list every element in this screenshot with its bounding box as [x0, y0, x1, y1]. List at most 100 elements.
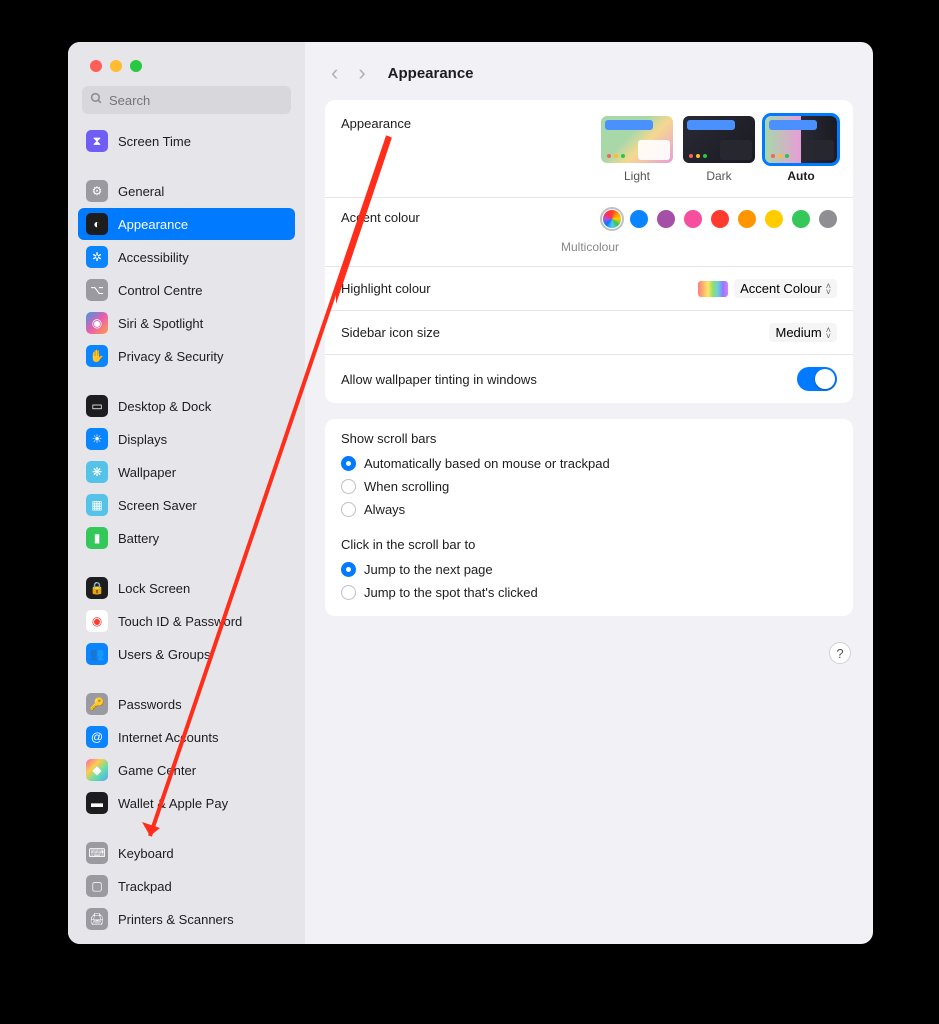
- tint-label: Allow wallpaper tinting in windows: [341, 372, 797, 387]
- sidebar-item-label: Internet Accounts: [118, 730, 218, 745]
- back-button[interactable]: ‹: [327, 60, 342, 86]
- siri-spotlight-icon: ◉: [86, 312, 108, 334]
- accent-swatch-4[interactable]: [711, 210, 729, 228]
- appearance-option-light[interactable]: Light: [601, 116, 673, 183]
- radio-label: Jump to the spot that's clicked: [364, 585, 538, 600]
- scroll-click-label: Click in the scroll bar to: [325, 521, 853, 558]
- appearance-option-auto[interactable]: Auto: [765, 116, 837, 183]
- keyboard-icon: ⌨: [86, 842, 108, 864]
- close-icon[interactable]: [90, 60, 102, 72]
- tint-toggle[interactable]: [797, 367, 837, 391]
- sidebar-item-wallet-apple-pay[interactable]: ▬ Wallet & Apple Pay: [78, 787, 295, 819]
- highlight-value: Accent Colour: [740, 281, 822, 296]
- game-center-icon: ◆: [86, 759, 108, 781]
- sidebar-item-label: Battery: [118, 531, 159, 546]
- sidebar-item-label: Displays: [118, 432, 167, 447]
- sidebar-item-label: Printers & Scanners: [118, 912, 234, 927]
- appearance-row: Appearance LightDarkAuto: [325, 100, 853, 198]
- displays-icon: ☀: [86, 428, 108, 450]
- accent-label: Accent colour: [341, 210, 603, 225]
- sidebar-item-control-centre[interactable]: ⌥Control Centre: [78, 274, 295, 306]
- sidebar-item-label: Touch ID & Password: [118, 614, 242, 629]
- sidebar-item-siri-spotlight[interactable]: ◉ Siri & Spotlight: [78, 307, 295, 339]
- sidebar-item-accessibility[interactable]: ✲Accessibility: [78, 241, 295, 273]
- sidebar-size-select[interactable]: Medium ˄˅: [769, 323, 837, 342]
- sidebar-item-game-center[interactable]: ◆ Game Center: [78, 754, 295, 786]
- highlight-select[interactable]: Accent Colour ˄˅: [734, 279, 837, 298]
- accent-swatch-6[interactable]: [765, 210, 783, 228]
- sidebar-list[interactable]: ⧗Screen Time ⚙General ◐ Appearance ✲Accessib…: [78, 124, 295, 944]
- accent-row: Accent colour Multicolour: [325, 198, 853, 267]
- scroll-bars-option-0[interactable]: Automatically based on mouse or trackpad: [325, 452, 853, 475]
- general-icon: ⚙: [86, 180, 108, 202]
- sidebar-item-touch-id-password[interactable]: ◉Touch ID & Password: [78, 605, 295, 637]
- help-button[interactable]: ?: [829, 642, 851, 664]
- radio-icon: [341, 585, 356, 600]
- sidebar-item-wallpaper[interactable]: ❋Wallpaper: [78, 456, 295, 488]
- sidebar-item-users-groups[interactable]: 👥Users & Groups: [78, 638, 295, 670]
- sidebar-item-label: Privacy & Security: [118, 349, 223, 364]
- radio-label: Automatically based on mouse or trackpad: [364, 456, 610, 471]
- search-input[interactable]: [109, 93, 285, 108]
- appearance-option-dark[interactable]: Dark: [683, 116, 755, 183]
- appearance-label: Appearance: [341, 116, 601, 131]
- sidebar-size-label: Sidebar icon size: [341, 325, 769, 340]
- passwords-icon: 🔑: [86, 693, 108, 715]
- sidebar-item-label: Game Center: [118, 763, 196, 778]
- sidebar-item-label: Wallpaper: [118, 465, 176, 480]
- sidebar-item-label: Wallet & Apple Pay: [118, 796, 228, 811]
- page-title: Appearance: [388, 65, 474, 82]
- radio-label: Jump to the next page: [364, 562, 493, 577]
- scroll-bars-option-2[interactable]: Always: [325, 498, 853, 521]
- sidebar-item-appearance[interactable]: ◐ Appearance: [78, 208, 295, 240]
- accent-swatches: [603, 210, 837, 228]
- sidebar-item-screen-time[interactable]: ⧗Screen Time: [78, 125, 295, 157]
- desktop-dock-icon: ▭: [86, 395, 108, 417]
- sidebar-item-screen-saver[interactable]: ▦Screen Saver: [78, 489, 295, 521]
- scroll-click-option-0[interactable]: Jump to the next page: [325, 558, 853, 581]
- sidebar-item-printers-scanners[interactable]: 🖨Printers & Scanners: [78, 903, 295, 935]
- sidebar-item-label: Keyboard: [118, 846, 174, 861]
- minimize-icon[interactable]: [110, 60, 122, 72]
- radio-icon: [341, 502, 356, 517]
- highlight-row: Highlight colour Accent Colour ˄˅: [325, 267, 853, 311]
- sidebar-item-trackpad[interactable]: ▢Trackpad: [78, 870, 295, 902]
- sidebar-item-passwords[interactable]: 🔑Passwords: [78, 688, 295, 720]
- sidebar-item-label: Accessibility: [118, 250, 189, 265]
- content-area: ‹ › Appearance Appearance LightDarkAuto …: [305, 42, 873, 944]
- accent-swatch-0[interactable]: [603, 210, 621, 228]
- chevron-updown-icon: ˄˅: [826, 327, 831, 339]
- sidebar-item-label: Siri & Spotlight: [118, 316, 203, 331]
- scroll-click-option-1[interactable]: Jump to the spot that's clicked: [325, 581, 853, 604]
- sidebar-item-general[interactable]: ⚙General: [78, 175, 295, 207]
- scroll-bars-option-1[interactable]: When scrolling: [325, 475, 853, 498]
- users-groups-icon: 👥: [86, 643, 108, 665]
- search-field[interactable]: [82, 86, 291, 114]
- wallet-apple-pay-icon: ▬: [86, 792, 108, 814]
- battery-icon: ▮: [86, 527, 108, 549]
- sidebar-item-displays[interactable]: ☀ Displays: [78, 423, 295, 455]
- radio-label: When scrolling: [364, 479, 449, 494]
- accent-swatch-5[interactable]: [738, 210, 756, 228]
- zoom-icon[interactable]: [130, 60, 142, 72]
- sidebar-item-label: Screen Time: [118, 134, 191, 149]
- appearance-icon: ◐: [86, 213, 108, 235]
- sidebar-item-battery[interactable]: ▮ Battery: [78, 522, 295, 554]
- accent-swatch-7[interactable]: [792, 210, 810, 228]
- sidebar-item-label: Lock Screen: [118, 581, 190, 596]
- sidebar-item-internet-accounts[interactable]: @Internet Accounts: [78, 721, 295, 753]
- accent-swatch-2[interactable]: [657, 210, 675, 228]
- lock-screen-icon: 🔒: [86, 577, 108, 599]
- sidebar-item-lock-screen[interactable]: 🔒 Lock Screen: [78, 572, 295, 604]
- search-icon: [90, 92, 103, 108]
- accent-swatch-8[interactable]: [819, 210, 837, 228]
- scroll-card: Show scroll bars Automatically based on …: [325, 419, 853, 616]
- sidebar-item-label: Appearance: [118, 217, 188, 232]
- window-controls: [78, 42, 295, 86]
- sidebar-item-keyboard[interactable]: ⌨ Keyboard: [78, 837, 295, 869]
- radio-icon: [341, 456, 356, 471]
- sidebar-item-privacy-security[interactable]: ✋Privacy & Security: [78, 340, 295, 372]
- accent-swatch-1[interactable]: [630, 210, 648, 228]
- accent-swatch-3[interactable]: [684, 210, 702, 228]
- sidebar-item-desktop-dock[interactable]: ▭Desktop & Dock: [78, 390, 295, 422]
